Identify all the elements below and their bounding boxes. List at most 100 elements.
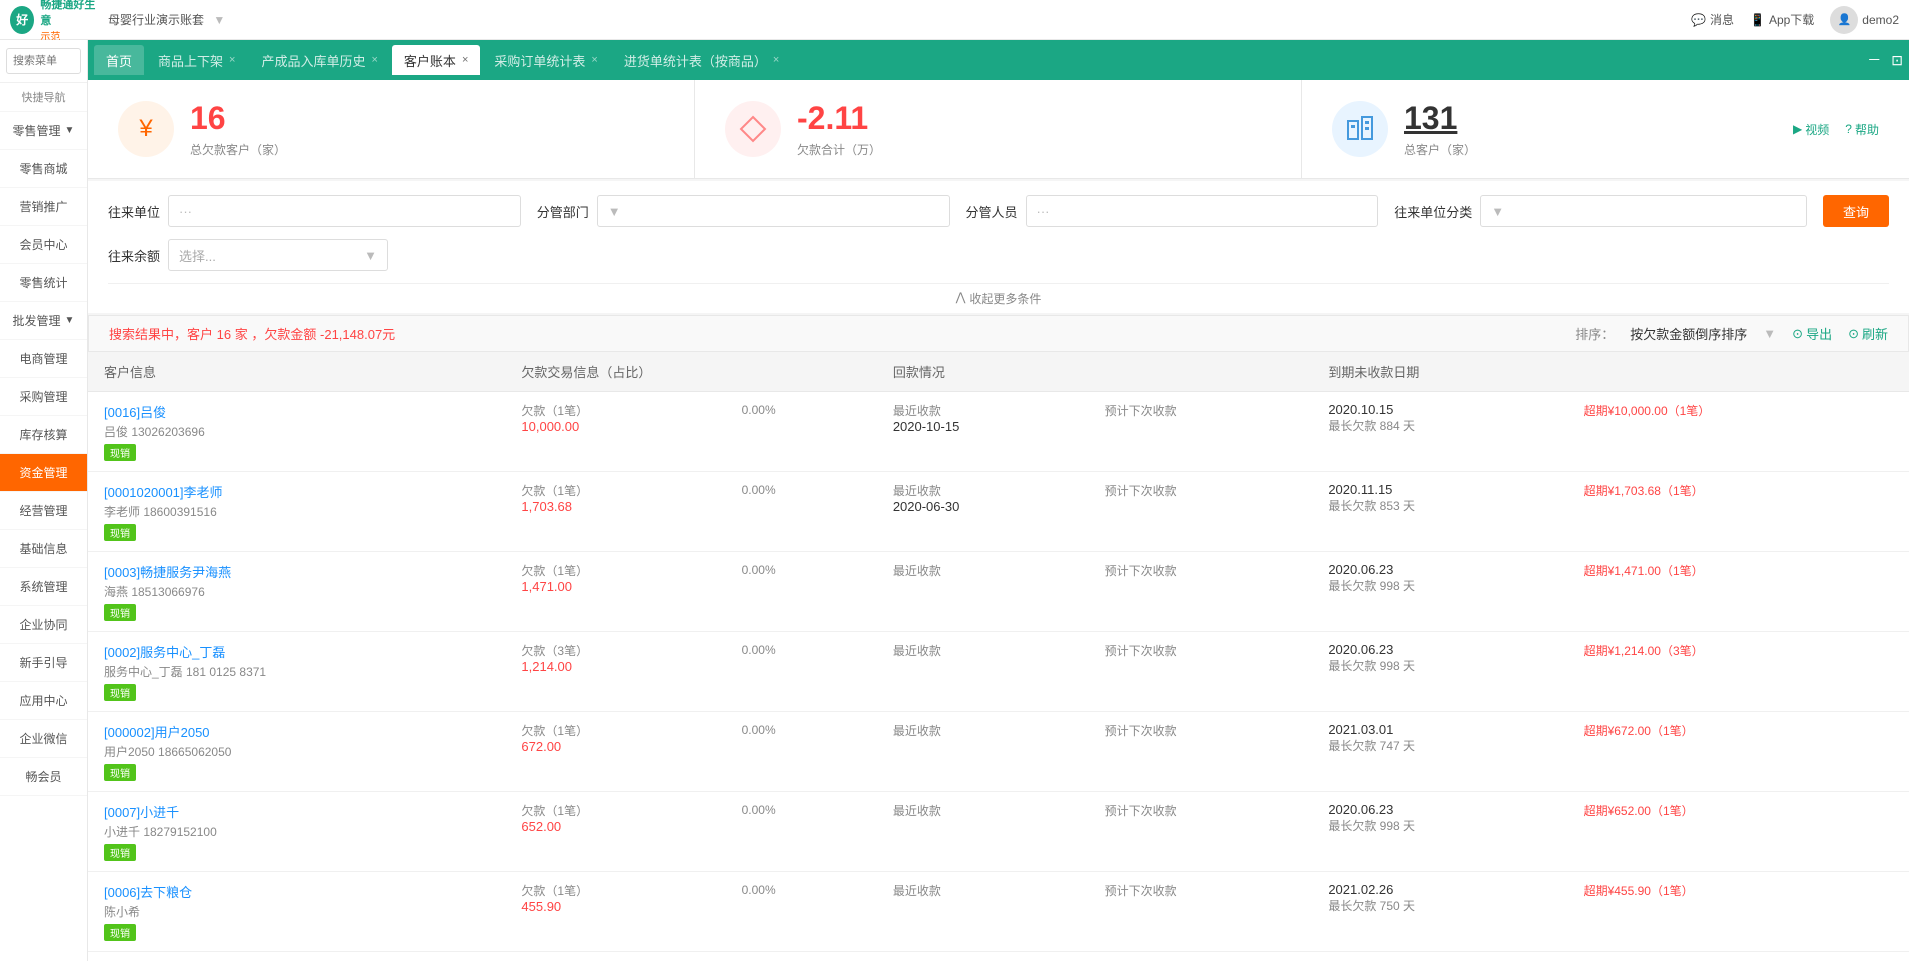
due-date-cell-0: 2020.10.15 最长欠款 884 天 xyxy=(1312,392,1567,472)
filter-dept-input[interactable]: ▼ xyxy=(597,195,950,227)
stat-card-right: ▶ 视频 ? 帮助 xyxy=(1793,121,1879,138)
arrears-amount-2[interactable]: 1,471.00 xyxy=(521,579,701,594)
sidebar-item-purchase-mgmt[interactable]: 采购管理 xyxy=(0,378,87,416)
tab-purchase-stats[interactable]: 进货单统计表（按商品） × xyxy=(612,45,791,75)
customer-name-1[interactable]: [0001020001]李老师 xyxy=(104,485,223,500)
table-row: [0003]畅捷服务尹海燕 海燕 18513066976 现销 欠款（1笔） 1… xyxy=(88,552,1909,632)
logo-icon: 好 xyxy=(10,6,34,34)
overdue-link-3[interactable]: 超期¥1,214.00（3笔） xyxy=(1584,644,1704,658)
overdue-link-1[interactable]: 超期¥1,703.68（1笔） xyxy=(1584,484,1704,498)
sidebar-item-stock-check[interactable]: 库存核算 xyxy=(0,416,87,454)
table-row: [000001]黄思源 黄思源 13552700226 现销 欠款（1笔） 42… xyxy=(88,952,1909,961)
arrears-info-cell-7: 欠款（1笔） 429.00 xyxy=(505,952,717,961)
sidebar-item-member-vip[interactable]: 畅会员 xyxy=(0,758,87,796)
overdue-link-0[interactable]: 超期¥10,000.00（1笔） xyxy=(1584,404,1711,418)
filter-supplier-label: 往来单位 xyxy=(108,202,160,221)
overdue-link-2[interactable]: 超期¥1,471.00（1笔） xyxy=(1584,564,1704,578)
filter-balance-input[interactable]: 选择... ▼ xyxy=(168,239,388,271)
arrears-label-6: 欠款（1笔） xyxy=(521,882,701,899)
sidebar-item-app-center[interactable]: 应用中心 xyxy=(0,682,87,720)
customer-info-cell-1: [0001020001]李老师 李老师 18600391516 现销 xyxy=(88,472,505,552)
arrears-amount-0[interactable]: 10,000.00 xyxy=(521,419,701,434)
sidebar-item-corp-collab[interactable]: 企业协同 xyxy=(0,606,87,644)
sidebar-item-basic-info[interactable]: 基础信息 xyxy=(0,530,87,568)
arrears-label-4: 欠款（1笔） xyxy=(521,722,701,739)
export-btn[interactable]: ⊙ 导出 xyxy=(1792,324,1832,343)
customer-name-4[interactable]: [000002]用户2050 xyxy=(104,725,210,740)
content-area: 首页 商品上下架 × 产成品入库单历史 × 客户账本 × 采购订单统计表 × xyxy=(88,40,1909,961)
overdue-link-6[interactable]: 超期¥455.90（1笔） xyxy=(1584,884,1694,898)
arrears-amount-6[interactable]: 455.90 xyxy=(521,899,701,914)
arrears-amount-3[interactable]: 1,214.00 xyxy=(521,659,701,674)
customer-name-2[interactable]: [0003]畅捷服务尹海燕 xyxy=(104,565,231,580)
tab-maximize-icon[interactable]: ⊡ xyxy=(1891,52,1903,69)
filter-collapse-btn[interactable]: ⋀ 收起更多条件 xyxy=(108,283,1889,313)
tab-customer-account[interactable]: 客户账本 × xyxy=(392,45,480,75)
stat-label-amount: 欠款合计（万） xyxy=(797,141,881,158)
customer-name-5[interactable]: [0007]小进千 xyxy=(104,805,179,820)
tab-purchase-order[interactable]: 采购订单统计表 × xyxy=(482,45,609,75)
tab-close-customer-account[interactable]: × xyxy=(462,54,468,66)
video-link[interactable]: ▶ 视频 xyxy=(1793,121,1829,138)
next-pay-label-0: 预计下次收款 xyxy=(1105,402,1297,419)
refresh-btn[interactable]: ⊙ 刷新 xyxy=(1848,324,1888,343)
recovery-date-cell-1: 最近收款 2020-06-30 xyxy=(877,472,1089,552)
message-btn[interactable]: 💬 消息 xyxy=(1691,11,1734,28)
arrears-amount-4[interactable]: 672.00 xyxy=(521,739,701,754)
tab-actions: － ⊡ xyxy=(1867,50,1903,70)
customer-tag-4: 现销 xyxy=(104,764,136,781)
tab-product-history[interactable]: 产成品入库单历史 × xyxy=(249,45,389,75)
sidebar-item-ecommerce[interactable]: 电商管理 xyxy=(0,340,87,378)
customer-info-cell-4: [000002]用户2050 用户2050 18665062050 现销 xyxy=(88,712,505,792)
table-row: [0002]服务中心_丁磊 服务中心_丁磊 181 0125 8371 现销 欠… xyxy=(88,632,1909,712)
sidebar-item-batch-mgmt[interactable]: 批发管理 ▼ xyxy=(0,302,87,340)
app-download-btn[interactable]: 📱 App下载 xyxy=(1750,11,1814,28)
tab-close-purchase-order[interactable]: × xyxy=(591,54,597,66)
due-date-5: 2020.06.23 xyxy=(1328,802,1551,817)
sidebar-item-marketing[interactable]: 营销推广 xyxy=(0,188,87,226)
customer-name-0[interactable]: [0016]吕俊 xyxy=(104,405,166,420)
sidebar-item-retail-stats[interactable]: 零售统计 xyxy=(0,264,87,302)
customer-name-6[interactable]: [0006]去下粮仓 xyxy=(104,885,192,900)
sidebar-item-membership[interactable]: 会员中心 xyxy=(0,226,87,264)
tab-close-product-history[interactable]: × xyxy=(371,54,377,66)
customer-tag-2: 现销 xyxy=(104,604,136,621)
arrears-amount-5[interactable]: 652.00 xyxy=(521,819,701,834)
search-button[interactable]: 查询 xyxy=(1823,195,1889,227)
sidebar-item-ops-mgmt[interactable]: 经营管理 xyxy=(0,492,87,530)
results-info: 搜索结果中，客户 16 家 ，欠款金额 -21,148.07元 xyxy=(109,324,395,343)
filter-manager-input[interactable]: ··· xyxy=(1026,195,1379,227)
sidebar-item-capital-mgmt[interactable]: 资金管理 xyxy=(0,454,87,492)
sidebar-item-new-guide[interactable]: 新手引导 xyxy=(0,644,87,682)
tab-product-shelf[interactable]: 商品上下架 × xyxy=(146,45,247,75)
arrears-amount-1[interactable]: 1,703.68 xyxy=(521,499,701,514)
tab-close-purchase-stats[interactable]: × xyxy=(773,54,779,66)
sidebar-item-retail-mall[interactable]: 零售商城 xyxy=(0,150,87,188)
next-pay-cell-4: 预计下次收款 xyxy=(1089,712,1313,792)
help-link[interactable]: ? 帮助 xyxy=(1845,121,1879,138)
due-date-cell-6: 2021.02.26 最长欠款 750 天 xyxy=(1312,872,1567,952)
filter-cat-input[interactable]: ▼ xyxy=(1480,195,1807,227)
sort-value[interactable]: 按欠款金额倒序排序 xyxy=(1630,324,1747,343)
next-pay-cell-5: 预计下次收款 xyxy=(1089,792,1313,872)
overdue-link-4[interactable]: 超期¥672.00（1笔） xyxy=(1584,724,1694,738)
last-pay-label-5: 最近收款 xyxy=(893,802,1073,819)
user-profile-btn[interactable]: 👤 demo2 xyxy=(1830,6,1899,34)
sidebar-item-sys-mgmt[interactable]: 系统管理 xyxy=(0,568,87,606)
sidebar-item-retail-mgmt[interactable]: 零售管理 ▼ xyxy=(0,112,87,150)
last-pay-label-2: 最近收款 xyxy=(893,562,1073,579)
tab-close-product-shelf[interactable]: × xyxy=(229,54,235,66)
search-input[interactable] xyxy=(6,48,81,74)
due-date-cell-4: 2021.03.01 最长欠款 747 天 xyxy=(1312,712,1567,792)
tab-minimize-icon[interactable]: － xyxy=(1867,50,1881,70)
sidebar-item-corp-wechat[interactable]: 企业微信 xyxy=(0,720,87,758)
overdue-link-5[interactable]: 超期¥652.00（1笔） xyxy=(1584,804,1694,818)
max-days-1: 最长欠款 853 天 xyxy=(1328,497,1551,514)
sidebar-item-quick-nav[interactable]: 快捷导航 xyxy=(0,83,87,112)
arrears-label-1: 欠款（1笔） xyxy=(521,482,701,499)
customer-name-3[interactable]: [0002]服务中心_丁磊 xyxy=(104,645,225,660)
recovery-date-cell-5: 最近收款 xyxy=(877,792,1089,872)
filter-supplier-input[interactable]: ··· xyxy=(168,195,521,227)
tab-home[interactable]: 首页 xyxy=(94,45,144,75)
last-pay-date-0: 2020-10-15 xyxy=(893,419,1073,434)
